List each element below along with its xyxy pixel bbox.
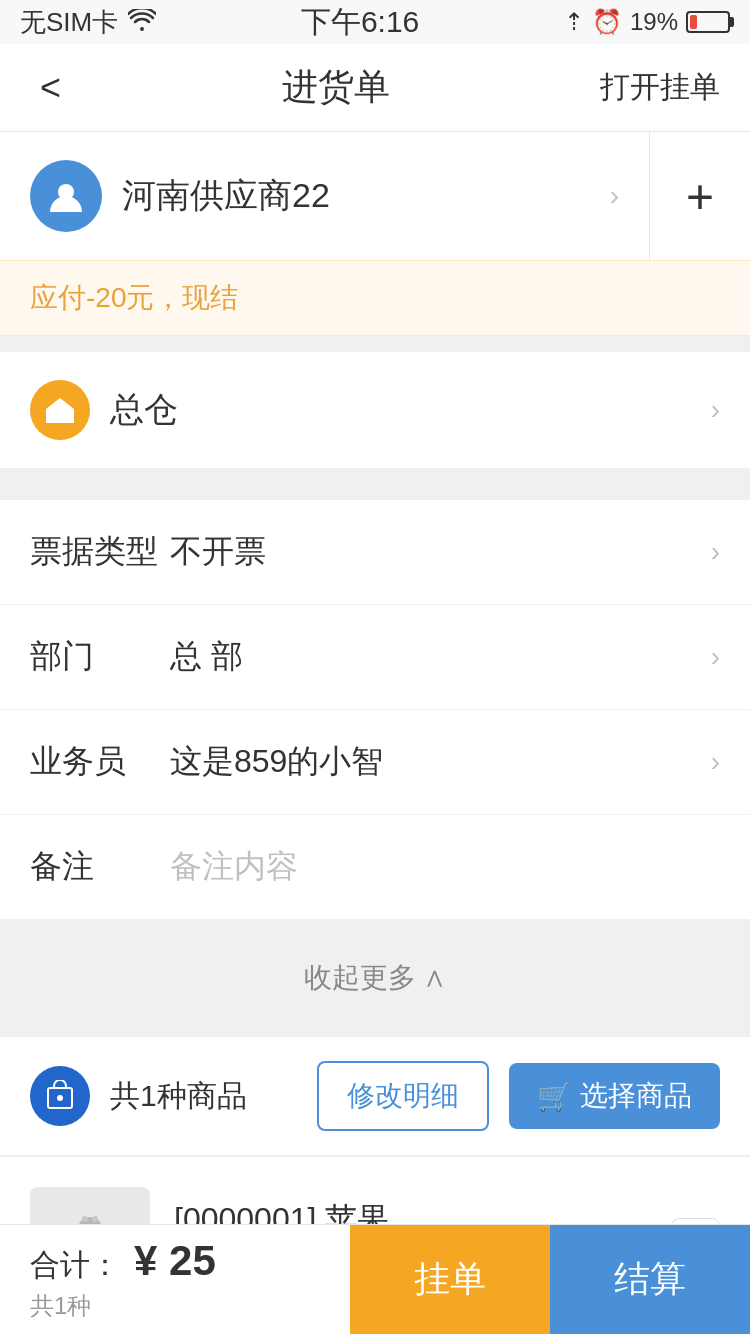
supplier-chevron-icon: › xyxy=(610,180,619,212)
open-pending-button[interactable]: 打开挂单 xyxy=(600,67,720,108)
status-left: 无SIM卡 xyxy=(20,5,156,40)
products-icon xyxy=(30,1066,90,1126)
bottom-bar: 合计： ¥ 25 共1种 挂单 结算 xyxy=(0,1224,750,1334)
department-label: 部门 xyxy=(30,635,160,679)
total-label-row: 合计： ¥ 25 xyxy=(30,1237,320,1286)
hang-button[interactable]: 挂单 xyxy=(350,1225,550,1334)
department-row[interactable]: 部门 总 部 › xyxy=(0,605,750,710)
supplier-info-banner: 应付-20元，现结 xyxy=(0,260,750,336)
alarm-icon: ⏰ xyxy=(592,8,622,36)
supplier-avatar xyxy=(30,160,102,232)
svg-point-3 xyxy=(57,1095,63,1101)
select-product-button[interactable]: 🛒 选择商品 xyxy=(509,1063,720,1129)
salesperson-row[interactable]: 业务员 这是859的小智 › xyxy=(0,710,750,815)
divider-1 xyxy=(0,468,750,484)
invoice-chevron-icon: › xyxy=(711,536,720,568)
supplier-add-button[interactable]: + xyxy=(650,132,750,260)
wifi-icon xyxy=(128,7,156,38)
remark-label: 备注 xyxy=(30,845,160,889)
total-amount: ¥ 25 xyxy=(134,1237,216,1285)
salesperson-label: 业务员 xyxy=(30,740,160,784)
collapse-button[interactable]: 收起更多 ∧ xyxy=(0,935,750,1021)
invoice-value: 不开票 xyxy=(160,530,711,574)
carrier-text: 无SIM卡 xyxy=(20,5,118,40)
total-label: 合计： xyxy=(30,1245,120,1286)
supplier-name: 河南供应商22 xyxy=(122,173,610,219)
department-value: 总 部 xyxy=(160,635,711,679)
form-section: 票据类型 不开票 › 部门 总 部 › 业务员 这是859的小智 › 备注 备注… xyxy=(0,500,750,919)
warehouse-section[interactable]: 总仓 › xyxy=(0,352,750,468)
location-icon: ⇡ xyxy=(564,8,584,36)
status-bar: 无SIM卡 下午6:16 ⇡ ⏰ 19% xyxy=(0,0,750,44)
warehouse-name: 总仓 xyxy=(110,387,711,433)
invoice-row[interactable]: 票据类型 不开票 › xyxy=(0,500,750,605)
remark-row[interactable]: 备注 备注内容 xyxy=(0,815,750,919)
salesperson-value: 这是859的小智 xyxy=(160,740,711,784)
status-right: ⇡ ⏰ 19% xyxy=(564,8,730,36)
invoice-label: 票据类型 xyxy=(30,530,160,574)
checkout-button[interactable]: 结算 xyxy=(550,1225,750,1334)
svg-rect-1 xyxy=(55,415,65,423)
warehouse-icon xyxy=(30,380,90,440)
products-header: 共1种商品 修改明细 🛒 选择商品 xyxy=(0,1037,750,1155)
cart-icon: 🛒 xyxy=(537,1080,572,1113)
status-time: 下午6:16 xyxy=(301,2,419,43)
page-title: 进货单 xyxy=(282,63,390,112)
battery-percent: 19% xyxy=(630,8,678,36)
back-button[interactable]: < xyxy=(30,57,71,119)
warehouse-chevron-icon: › xyxy=(711,394,720,426)
battery-icon xyxy=(686,11,730,33)
supplier-row[interactable]: 河南供应商22 › xyxy=(0,132,650,260)
edit-detail-button[interactable]: 修改明细 xyxy=(317,1061,489,1131)
supplier-section: 河南供应商22 › + xyxy=(0,132,750,260)
department-chevron-icon: › xyxy=(711,641,720,673)
remark-placeholder: 备注内容 xyxy=(160,845,720,889)
svg-point-7 xyxy=(92,1216,98,1222)
svg-point-6 xyxy=(82,1216,88,1222)
nav-bar: < 进货单 打开挂单 xyxy=(0,44,750,132)
total-sub: 共1种 xyxy=(30,1290,320,1322)
product-count-text: 共1种商品 xyxy=(110,1076,297,1117)
main-content: 河南供应商22 › + 应付-20元，现结 总仓 › 票据类型 不开票 › 部门… xyxy=(0,132,750,1334)
salesperson-chevron-icon: › xyxy=(711,746,720,778)
total-section: 合计： ¥ 25 共1种 xyxy=(0,1225,350,1334)
